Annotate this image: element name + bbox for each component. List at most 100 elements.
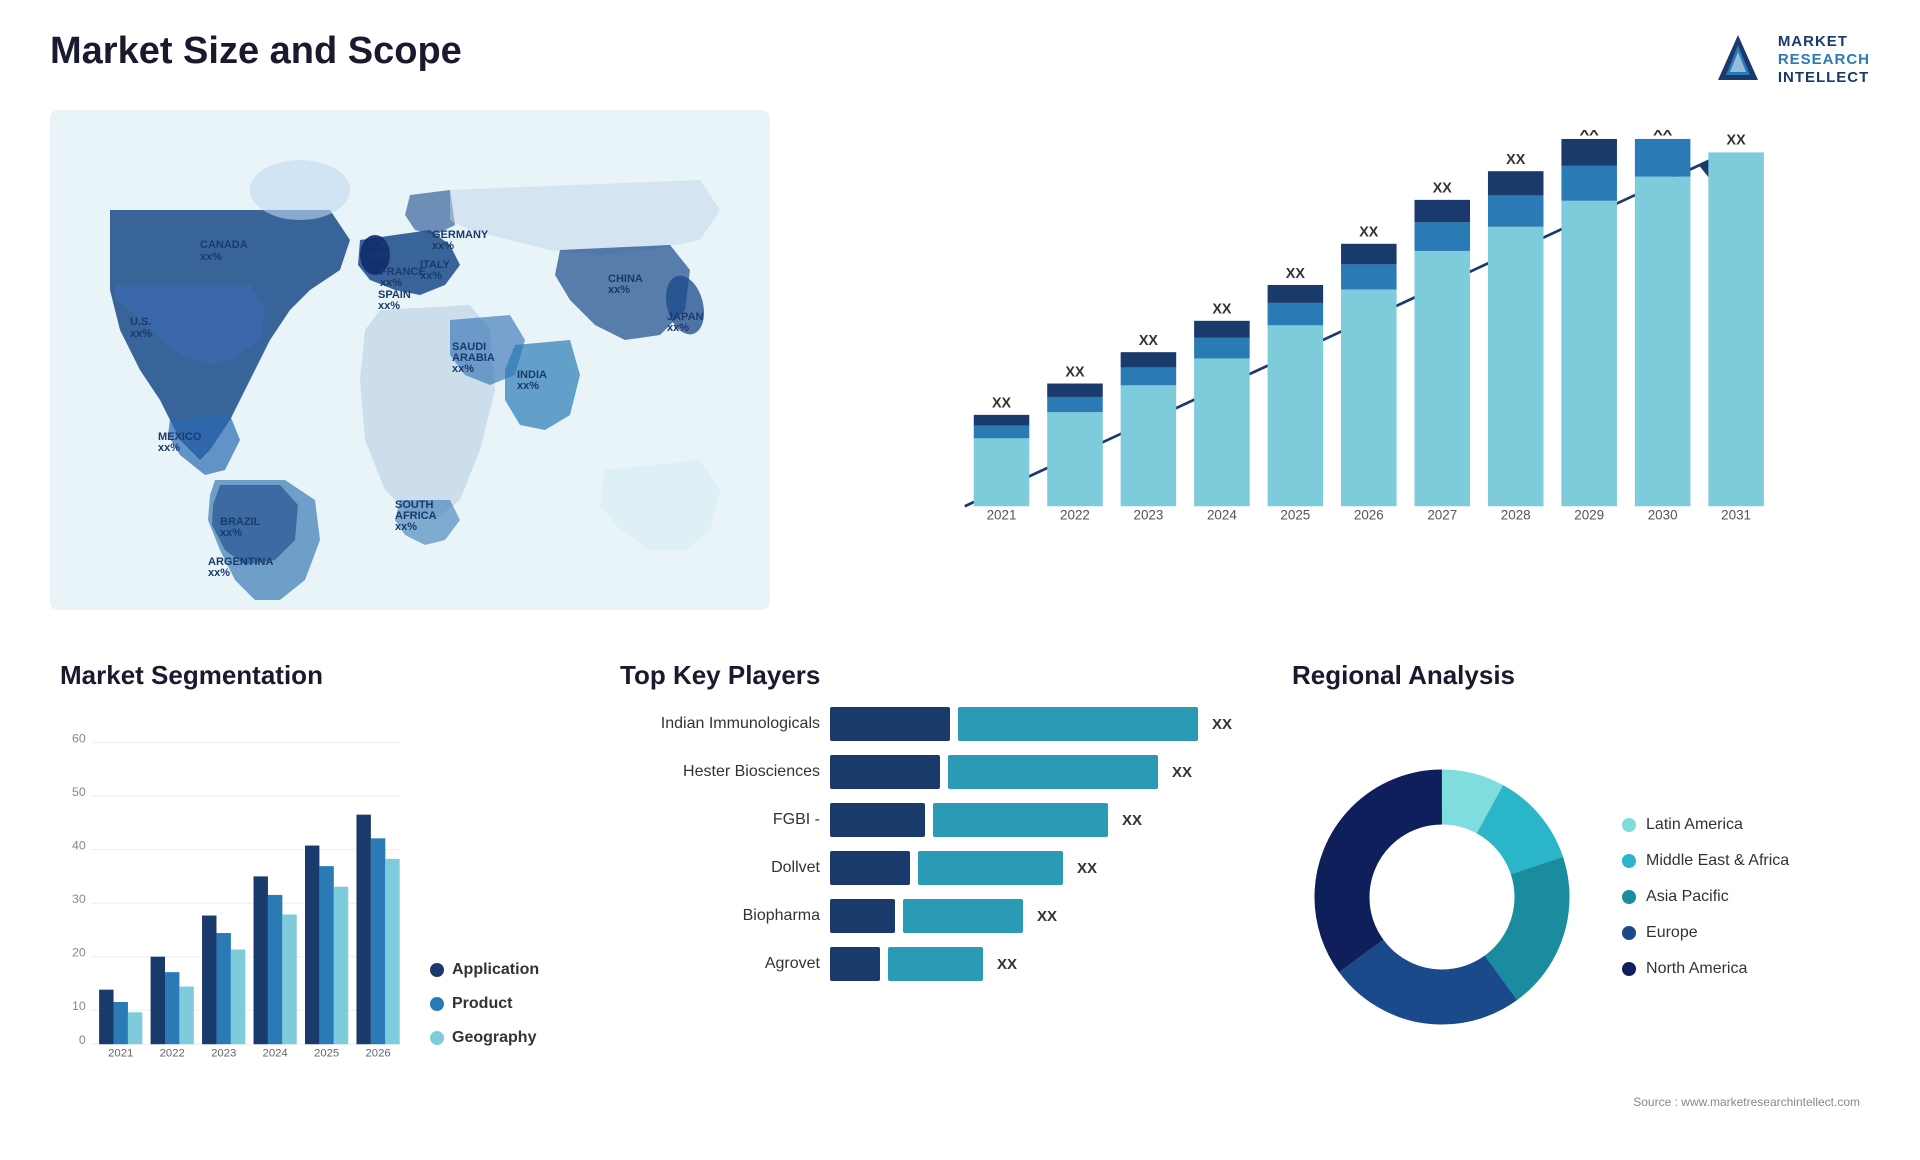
source-text: Source : www.marketresearchintellect.com [1292, 1095, 1860, 1109]
legend-middle-east-africa: Middle East & Africa [1622, 852, 1860, 870]
svg-text:xx%: xx% [667, 322, 689, 334]
legend-asia-pacific: Asia Pacific [1622, 888, 1860, 906]
svg-text:2026: 2026 [1354, 508, 1384, 523]
svg-text:XX: XX [1359, 225, 1379, 241]
player-bar-light [933, 803, 1108, 837]
svg-text:XX: XX [1433, 181, 1453, 197]
svg-text:40: 40 [72, 839, 86, 853]
asia-pacific-dot [1622, 890, 1636, 904]
player-row: Biopharma XX [620, 899, 1232, 933]
svg-text:2025: 2025 [1280, 508, 1310, 523]
player-name: Biopharma [620, 907, 820, 925]
svg-text:50: 50 [72, 785, 86, 799]
logo-icon [1708, 30, 1768, 90]
player-row: Indian Immunologicals XX [620, 707, 1232, 741]
regional-title: Regional Analysis [1292, 660, 1860, 691]
svg-text:xx%: xx% [368, 250, 390, 262]
player-row: FGBI - XX [620, 803, 1232, 837]
svg-text:2028: 2028 [1501, 508, 1531, 523]
svg-text:XX: XX [1506, 152, 1526, 168]
svg-text:XX: XX [1286, 266, 1306, 282]
svg-text:XX: XX [1212, 302, 1232, 318]
player-bar-dark [830, 707, 950, 741]
bar-chart-section: XX 2021 XX 2022 XX 2023 XX 2024 [810, 110, 1870, 610]
player-bar-light [958, 707, 1198, 741]
player-name: Agrovet [620, 955, 820, 973]
svg-text:xx%: xx% [395, 521, 417, 533]
svg-text:XX: XX [992, 396, 1012, 412]
bottom-row: Market Segmentation 60 50 40 30 20 10 0 [50, 650, 1870, 1130]
segmentation-title: Market Segmentation [60, 660, 560, 691]
top-row: CANADA xx% U.S. xx% MEXICO xx% BRAZIL xx… [50, 110, 1870, 610]
svg-text:xx%: xx% [200, 251, 222, 263]
product-dot [430, 997, 444, 1011]
svg-text:XX: XX [1580, 130, 1600, 139]
player-bar-dark [830, 803, 925, 837]
svg-text:XX: XX [1139, 333, 1159, 349]
svg-text:xx%: xx% [208, 567, 230, 579]
player-bar-dark [830, 755, 940, 789]
player-bar-dark [830, 851, 910, 885]
player-value: XX [1037, 908, 1057, 925]
logo-text: MARKET RESEARCH INTELLECT [1778, 33, 1870, 87]
player-bar-container: XX [830, 899, 1232, 933]
svg-text:10: 10 [72, 999, 86, 1013]
player-bar-light [918, 851, 1063, 885]
svg-text:CANADA: CANADA [200, 239, 248, 251]
player-bar-light [903, 899, 1023, 933]
seg-legend: Application Product Geography [430, 961, 560, 1087]
seg-content: 60 50 40 30 20 10 0 [60, 707, 560, 1087]
svg-text:60: 60 [72, 732, 86, 746]
legend-geography: Geography [430, 1029, 560, 1047]
regional-legend: Latin America Middle East & Africa Asia … [1622, 816, 1860, 978]
player-value: XX [1077, 860, 1097, 877]
player-name: Dollvet [620, 859, 820, 877]
page-container: Market Size and Scope MARKET RESEARCH IN… [0, 0, 1920, 1160]
segmentation-section: Market Segmentation 60 50 40 30 20 10 0 [50, 650, 570, 1130]
regional-content: Latin America Middle East & Africa Asia … [1292, 707, 1860, 1087]
player-value: XX [1212, 716, 1232, 733]
svg-text:xx%: xx% [420, 270, 442, 282]
middle-east-africa-dot [1622, 854, 1636, 868]
svg-text:2024: 2024 [1207, 508, 1237, 523]
legend-north-america: North America [1622, 960, 1860, 978]
svg-text:30: 30 [72, 892, 86, 906]
svg-text:XX: XX [1065, 364, 1085, 380]
legend-application: Application [430, 961, 560, 979]
svg-text:xx%: xx% [380, 277, 402, 289]
player-value: XX [1172, 764, 1192, 781]
player-bar-container: XX [830, 707, 1232, 741]
svg-text:2022: 2022 [160, 1048, 185, 1060]
legend-latin-america: Latin America [1622, 816, 1860, 834]
application-dot [430, 963, 444, 977]
svg-text:2029: 2029 [1574, 508, 1604, 523]
svg-text:XX: XX [1653, 130, 1673, 139]
svg-text:2021: 2021 [987, 508, 1017, 523]
svg-text:2023: 2023 [1134, 508, 1164, 523]
svg-text:2021: 2021 [108, 1048, 133, 1060]
svg-text:20: 20 [72, 946, 86, 960]
player-bar-container: XX [830, 803, 1232, 837]
svg-text:2024: 2024 [263, 1048, 288, 1060]
north-america-dot [1622, 962, 1636, 976]
svg-text:2026: 2026 [366, 1048, 391, 1060]
players-bars: Indian Immunologicals XX Hester Bioscien… [620, 707, 1232, 981]
legend-europe: Europe [1622, 924, 1860, 942]
europe-dot [1622, 926, 1636, 940]
player-row: Agrovet XX [620, 947, 1232, 981]
svg-text:2031: 2031 [1721, 508, 1751, 523]
logo-area: MARKET RESEARCH INTELLECT [1708, 30, 1870, 90]
svg-text:2030: 2030 [1648, 508, 1678, 523]
player-name: Hester Biosciences [620, 763, 820, 781]
svg-text:xx%: xx% [220, 527, 242, 539]
svg-text:2025: 2025 [314, 1048, 339, 1060]
geography-dot [430, 1031, 444, 1045]
bar-chart-svg: XX 2021 XX 2022 XX 2023 XX 2024 [850, 130, 1850, 560]
players-section: Top Key Players Indian Immunologicals XX… [610, 650, 1242, 1130]
svg-text:xx%: xx% [517, 380, 539, 392]
player-bar-light [888, 947, 983, 981]
player-value: XX [1122, 812, 1142, 829]
svg-text:xx%: xx% [378, 300, 400, 312]
svg-text:0: 0 [79, 1033, 86, 1047]
svg-text:xx%: xx% [452, 363, 474, 375]
